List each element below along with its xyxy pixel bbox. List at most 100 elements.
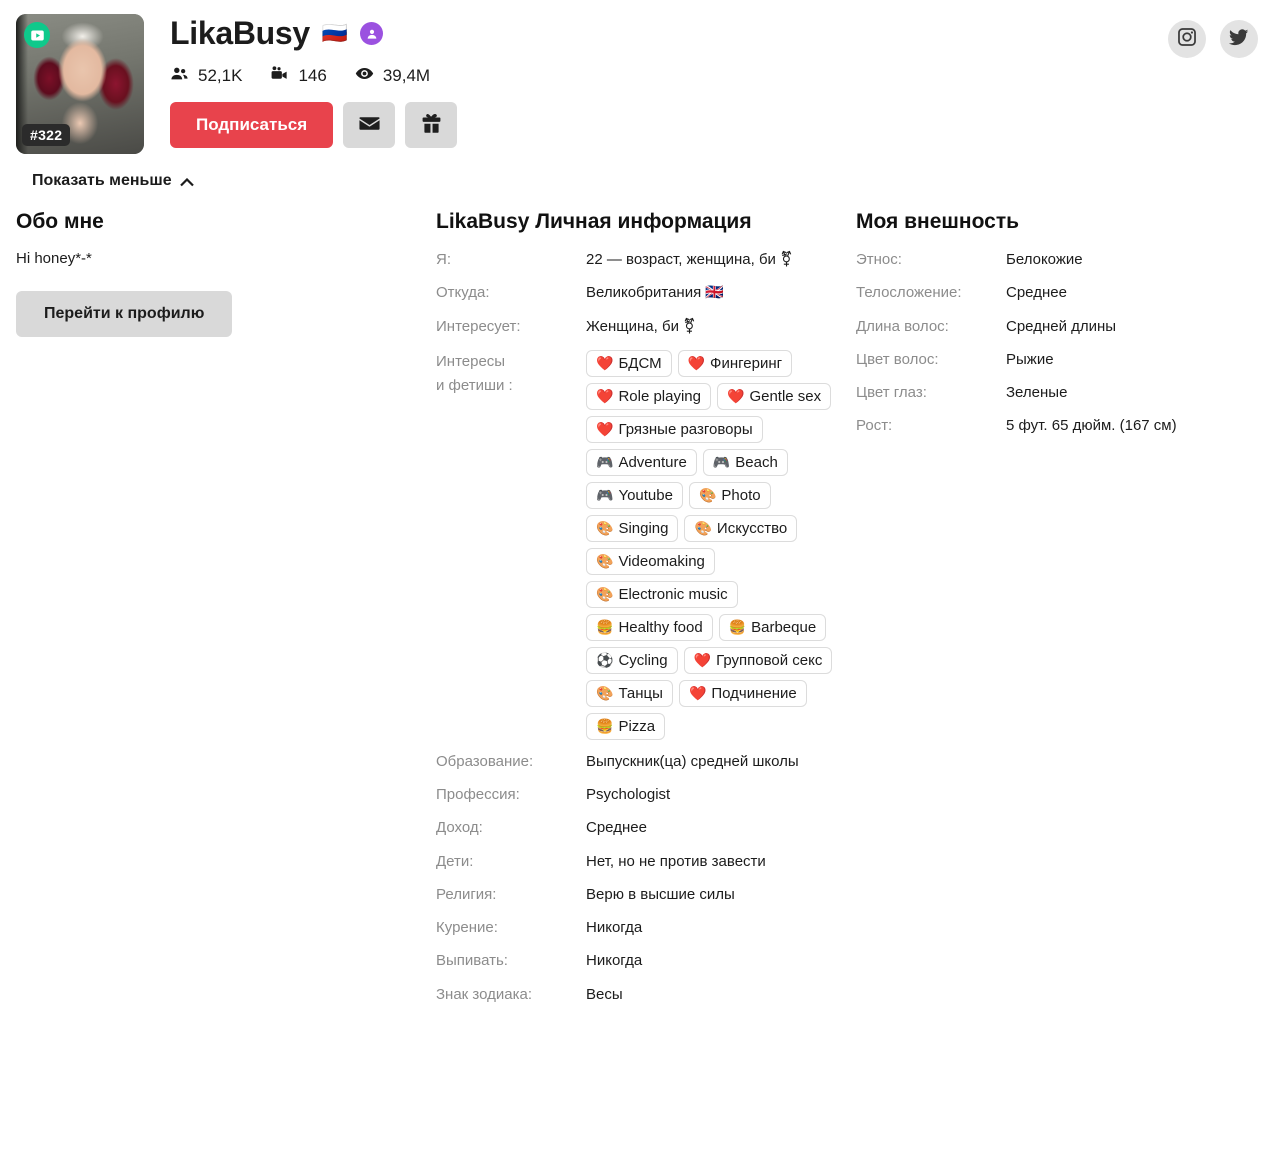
interest-tag[interactable]: ❤️ Подчинение: [678, 679, 807, 707]
tag-emoji-icon: ❤️: [596, 355, 614, 372]
twitter-link[interactable]: [1220, 20, 1258, 58]
interest-tag[interactable]: 🎨 Videomaking: [586, 547, 715, 575]
interest-tag-label: Healthy food: [618, 618, 703, 636]
personal-rows-top: Я: 22 — возраст, женщина, би ⚧ Откуда: Вели…: [436, 250, 856, 337]
interest-tag[interactable]: ❤️ Gentle sex: [717, 382, 832, 410]
avatar[interactable]: #322: [16, 14, 144, 154]
interest-tag[interactable]: 🎨 Танцы: [586, 679, 673, 707]
profile-header: #322 LikaBusy 🇷🇺 52,1K 146 39,4M Подписа…: [0, 0, 1272, 190]
interest-tag[interactable]: 🍔 Barbeque: [718, 613, 827, 641]
interest-tag[interactable]: ❤️ БДСМ: [586, 349, 672, 377]
tag-emoji-icon: ❤️: [596, 388, 614, 405]
interest-tag-label: Gentle sex: [749, 387, 822, 405]
instagram-icon: [1176, 26, 1198, 53]
interest-tag-label: Искусство: [716, 519, 788, 537]
info-row: Религия: Верю в высшие силы: [436, 885, 856, 905]
info-row: Выпивать: Никогда: [436, 951, 856, 971]
country-flag-icon: 🇷🇺: [321, 22, 349, 46]
tag-emoji-icon: 🎨: [698, 487, 717, 504]
info-row: Интересует: Женщина, би ⚧: [436, 317, 856, 337]
info-label: Я:: [436, 251, 451, 268]
info-row: Я: 22 — возраст, женщина, би ⚧: [436, 250, 856, 270]
info-label: Телосложение:: [856, 284, 962, 302]
interest-tag-label: Adventure: [618, 453, 687, 471]
interest-tag-label: Beach: [735, 453, 778, 471]
info-value: Весы: [586, 985, 623, 1003]
tag-emoji-icon: 🎮: [712, 454, 731, 471]
interest-tag-label: Грязные разговоры: [618, 420, 753, 438]
interest-tag[interactable]: ❤️ Грязные разговоры: [586, 415, 763, 443]
info-row: Профессия: Psychologist: [436, 785, 856, 805]
info-value: Белокожие: [1006, 251, 1083, 268]
interest-tag-label: Youtube: [618, 486, 673, 504]
interest-tag[interactable]: 🎨 Singing: [586, 514, 679, 542]
interest-tag[interactable]: 🎮 Beach: [702, 448, 788, 476]
tag-emoji-icon: 🎨: [694, 520, 712, 537]
info-value: Выпускник(ца) средней школы: [586, 752, 799, 770]
subscribe-button[interactable]: Подписаться: [170, 102, 334, 149]
instagram-link[interactable]: [1168, 20, 1206, 58]
page-title: LikaBusy: [170, 15, 310, 51]
info-label: Знак зодиака:: [436, 985, 533, 1003]
info-row: Цвет волос: Рыжие: [856, 350, 1256, 370]
info-row: Знак зодиака: Весы: [436, 985, 856, 1005]
stat-views: 39,4M: [355, 64, 430, 88]
interest-tag-label: Electronic music: [618, 585, 728, 603]
interest-tag-label: БДСМ: [618, 354, 662, 372]
info-value: Верю в высшие силы: [586, 885, 735, 903]
personal-info-title: LikaBusy Личная информация: [436, 210, 752, 233]
go-to-profile-button[interactable]: Перейти к профилю: [16, 291, 233, 337]
tag-emoji-icon: ❤️: [727, 388, 745, 405]
interest-tag[interactable]: 🎮 Adventure: [586, 448, 697, 476]
interest-tag[interactable]: 🎨 Photo: [688, 481, 771, 509]
about-column: Обо мне Hi honey*-* Перейти к профилю: [16, 210, 436, 337]
interest-tag[interactable]: ❤️ Role playing: [586, 382, 711, 410]
info-label: Дети:: [436, 852, 474, 870]
info-value: 22 — возраст, женщина, би ⚧: [586, 251, 793, 268]
info-value: Нет, но не против завести: [586, 852, 766, 870]
info-row: Рост: 5 фут. 65 дюйм. (167 см): [856, 416, 1256, 436]
interest-tags: ❤️ БДСМ ❤️ Фингеринг ❤️ Role playing ❤️ Gentle …: [586, 349, 840, 740]
interest-tag[interactable]: ⚽ Cycling: [586, 646, 678, 674]
chevron-up-icon: [179, 174, 194, 192]
user-badge-icon: [360, 22, 384, 46]
tag-emoji-icon: ❤️: [688, 685, 707, 702]
tag-emoji-icon: 🎨: [596, 685, 614, 702]
interest-tag-label: Photo: [721, 486, 761, 504]
interest-tag[interactable]: 🍔 Pizza: [586, 712, 666, 740]
interest-tag[interactable]: 🍔 Healthy food: [586, 613, 713, 641]
interest-tag[interactable]: 🎨 Искусство: [684, 514, 798, 542]
views-icon: [355, 64, 374, 88]
videos-icon: [270, 64, 289, 88]
interest-tag-label: Barbeque: [751, 618, 817, 636]
tag-emoji-icon: ❤️: [693, 652, 712, 669]
info-row: Дети: Нет, но не против завести: [436, 852, 856, 872]
interest-tag[interactable]: ❤️ Фингеринг: [677, 349, 793, 377]
interests-label: Интересы и фетиши :: [436, 350, 586, 398]
rank-badge: #322: [22, 124, 71, 146]
play-icon[interactable]: [24, 22, 50, 48]
appearance-rows: Этнос: Белокожие Телосложение: Среднее Длина…: [856, 250, 1256, 437]
interest-tag-label: Фингеринг: [710, 354, 783, 372]
interest-tag-label: Pizza: [618, 717, 656, 735]
stat-views-value: 39,4M: [382, 66, 431, 86]
show-less-toggle[interactable]: Показать меньше: [32, 172, 194, 190]
interests-row: Интересы и фетиши : ❤️ БДСМ ❤️ Фингеринг ❤️ R…: [436, 349, 856, 740]
message-button[interactable]: [343, 102, 396, 149]
interest-tag[interactable]: 🎨 Electronic music: [586, 580, 738, 608]
twitter-icon: [1228, 26, 1250, 53]
gift-icon: [420, 112, 443, 138]
interest-tag-label: Singing: [618, 519, 669, 537]
info-value: Средней длины: [1006, 317, 1117, 335]
profile-header-main: LikaBusy 🇷🇺 52,1K 146 39,4M Подписаться: [170, 14, 458, 149]
gift-button[interactable]: [405, 102, 458, 149]
tag-emoji-icon: 🎮: [596, 454, 614, 471]
interest-tag[interactable]: 🎮 Youtube: [586, 481, 683, 509]
info-label: Этнос:: [856, 251, 902, 268]
info-row: Телосложение: Среднее: [856, 283, 1256, 303]
info-row: Курение: Никогда: [436, 918, 856, 938]
tag-emoji-icon: ❤️: [687, 355, 706, 372]
interests-label-line1: Интересы: [436, 352, 506, 370]
info-value: Psychologist: [586, 786, 671, 803]
interest-tag[interactable]: ❤️ Групповой секс: [683, 646, 833, 674]
